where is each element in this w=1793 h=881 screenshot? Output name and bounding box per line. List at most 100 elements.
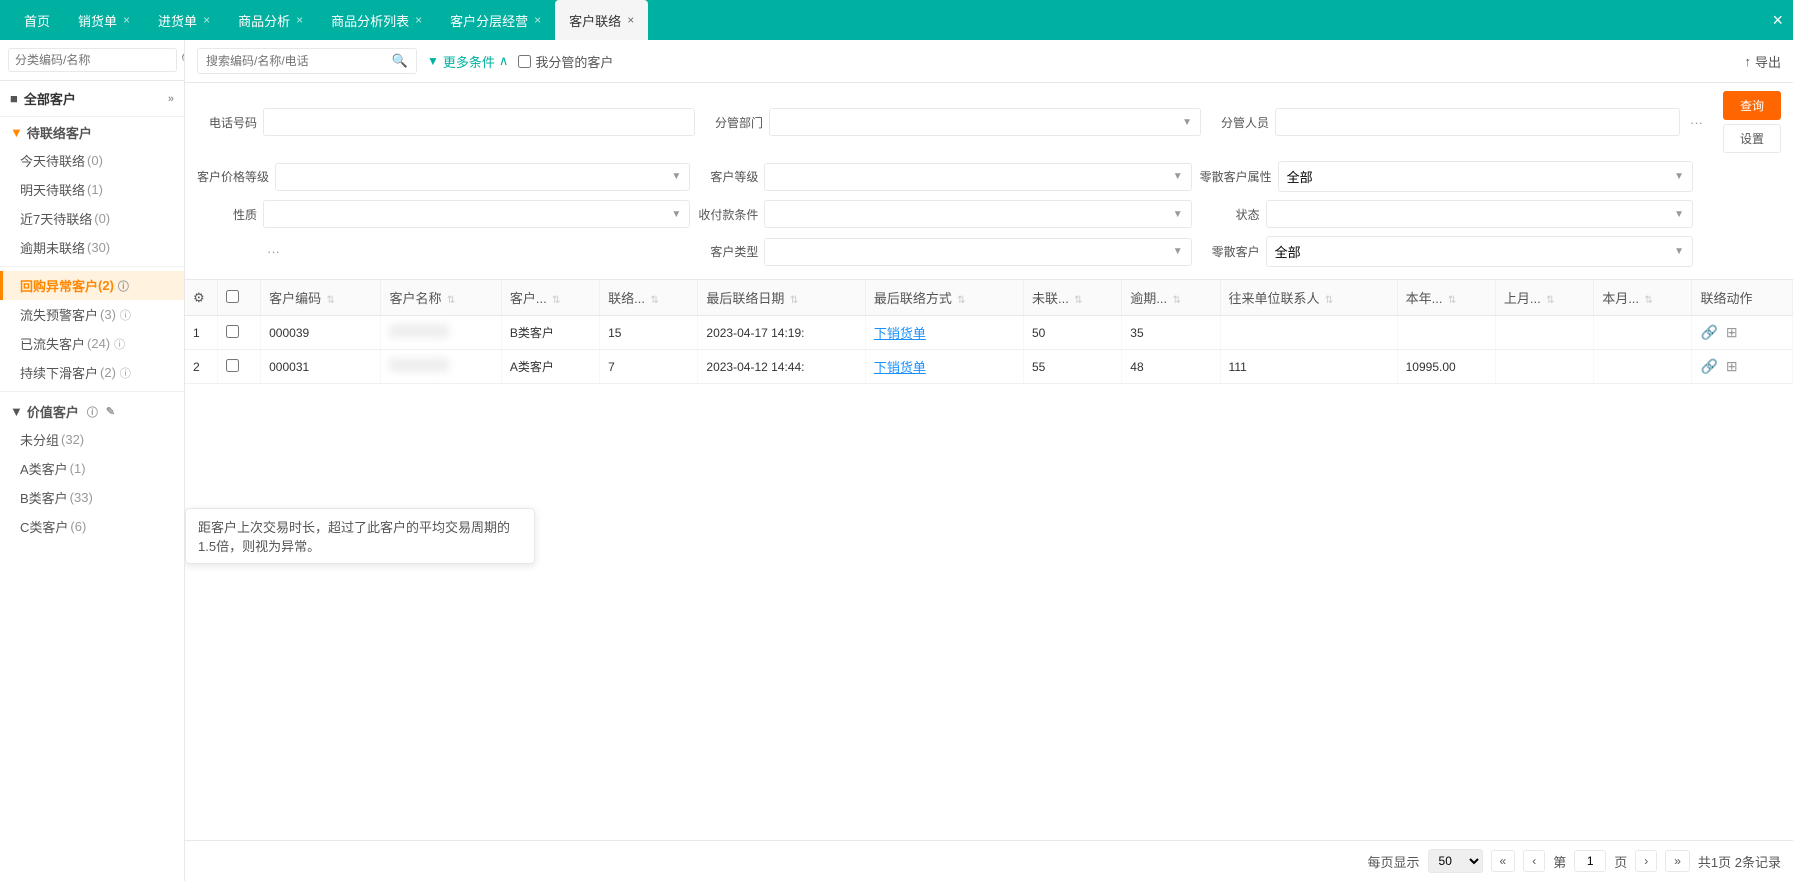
payment-label: 收付款条件	[698, 206, 758, 223]
table-checkbox-header[interactable]	[217, 280, 261, 316]
sidebar-group-value-customers[interactable]: ▼ 价值客户 ⓘ ✎	[0, 396, 184, 425]
sidebar-item-class-b[interactable]: B类客户(33)	[0, 483, 184, 512]
sidebar-item-ungrouped[interactable]: 未分组(32)	[0, 425, 184, 454]
nav-customer-contact[interactable]: 客户联络 ×	[555, 0, 648, 40]
sidebar-group-pending-contact[interactable]: ▼ 待联络客户	[0, 117, 184, 146]
last-month-amount	[1495, 350, 1593, 384]
sort-icon[interactable]: ⇅	[650, 295, 658, 306]
sidebar-item-class-c[interactable]: C类客户(6)	[0, 512, 184, 541]
sidebar-item-7days-pending[interactable]: 近7天待联络(0)	[0, 204, 184, 233]
sort-icon[interactable]: ⇅	[1325, 295, 1333, 306]
next-page-button[interactable]: ›	[1635, 850, 1657, 872]
nav-sales-order[interactable]: 销货单 ×	[64, 0, 144, 40]
department-select[interactable]: ▼	[769, 108, 1201, 136]
nav-product-analysis[interactable]: 商品分析 ×	[224, 0, 317, 40]
info-icon[interactable]: ⓘ	[120, 307, 131, 323]
department-label: 分管部门	[703, 114, 763, 131]
sort-icon[interactable]: ⇅	[1074, 295, 1082, 306]
price-level-select[interactable]: ▼	[275, 163, 690, 191]
search-icon[interactable]: 🔍	[392, 53, 408, 69]
nav-product-analysis-list[interactable]: 商品分析列表 ×	[317, 0, 436, 40]
settings-button[interactable]: 设置	[1723, 124, 1781, 153]
filter-row-2: 客户价格等级 ▼ 客户等级 ▼ 零散客户属性 全部	[197, 161, 1781, 192]
row-checkbox[interactable]	[226, 359, 239, 372]
grid-action-icon[interactable]: ⊞	[1726, 358, 1738, 375]
sidebar-item-overdue-contact[interactable]: 逾期未联络(30)	[0, 233, 184, 262]
customer-type-select[interactable]: ▼	[764, 238, 1191, 266]
per-page-select[interactable]: 50 100 200	[1428, 849, 1483, 873]
search-input-wrap: 🔍	[197, 48, 417, 74]
close-icon[interactable]: ×	[123, 13, 130, 27]
collapse-icon[interactable]: »	[168, 93, 174, 105]
my-customers-checkbox[interactable]: 我分管的客户	[518, 52, 613, 71]
close-icon[interactable]: ×	[415, 13, 422, 27]
row-checkbox-cell[interactable]	[217, 350, 261, 384]
last-contact-method: 下销货单	[865, 350, 1023, 384]
info-icon[interactable]: ⓘ	[118, 278, 129, 294]
query-button[interactable]: 查询	[1723, 91, 1781, 120]
more-conditions-button[interactable]: ▼ 更多条件 ∧	[427, 52, 508, 71]
all-customers-label[interactable]: ■ 全部客户 »	[0, 81, 184, 117]
payment-select[interactable]: ▼	[764, 200, 1191, 228]
sidebar-item-today-pending[interactable]: 今天待联络(0)	[0, 146, 184, 175]
retail-customer-select[interactable]: 全部 ▼	[1266, 236, 1693, 267]
grid-action-icon[interactable]: ⊞	[1726, 324, 1738, 341]
contact-person: 111	[1220, 350, 1397, 384]
row-checkbox-cell[interactable]	[217, 316, 261, 350]
edit-icon[interactable]: ✎	[106, 405, 115, 418]
table-settings-header[interactable]: ⚙	[185, 280, 217, 316]
sort-icon[interactable]: ⇅	[552, 295, 560, 306]
category-search-input[interactable]	[8, 48, 177, 72]
nav-home[interactable]: 首页	[10, 0, 64, 40]
my-customers-check[interactable]	[518, 55, 531, 68]
sidebar-item-churned[interactable]: 已流失客户(24) ⓘ	[0, 329, 184, 358]
info-icon[interactable]: ⓘ	[114, 336, 125, 352]
ellipsis-icon[interactable]: ···	[263, 244, 284, 259]
sort-icon[interactable]: ⇅	[1644, 295, 1652, 306]
sort-icon[interactable]: ⇅	[447, 295, 455, 306]
gear-icon[interactable]: ⚙	[193, 290, 205, 305]
sidebar-item-declining[interactable]: 持续下滑客户(2) ⓘ	[0, 358, 184, 387]
export-button[interactable]: ↑ 导出	[1744, 52, 1781, 71]
close-window-button[interactable]: ×	[1772, 10, 1783, 31]
last-page-button[interactable]: »	[1665, 850, 1690, 872]
row-checkbox[interactable]	[226, 325, 239, 338]
customer-level-select[interactable]: ▼	[764, 163, 1191, 191]
sort-icon[interactable]: ⇅	[790, 295, 798, 306]
contact-count: 15	[600, 316, 698, 350]
sidebar-item-abnormal-repurchase[interactable]: 回购异常客户 (2) ⓘ	[0, 271, 184, 300]
nature-select[interactable]: ▼	[263, 200, 690, 228]
phone-input[interactable]	[263, 108, 695, 136]
sort-icon[interactable]: ⇅	[1448, 295, 1456, 306]
sort-icon[interactable]: ⇅	[957, 295, 965, 306]
sort-icon[interactable]: ⇅	[1172, 295, 1180, 306]
prev-page-button[interactable]: ‹	[1523, 850, 1545, 872]
select-all-checkbox[interactable]	[226, 290, 239, 303]
close-icon[interactable]: ×	[534, 13, 541, 27]
nav-customer-segmentation[interactable]: 客户分层经营 ×	[436, 0, 555, 40]
info-icon[interactable]: ⓘ	[120, 365, 131, 381]
close-icon[interactable]: ×	[203, 13, 210, 27]
page-number-input[interactable]	[1574, 850, 1606, 872]
sidebar-item-class-a[interactable]: A类客户(1)	[0, 454, 184, 483]
sort-icon[interactable]: ⇅	[326, 295, 334, 306]
manager-select[interactable]	[1275, 108, 1680, 136]
close-icon[interactable]: ×	[627, 13, 634, 27]
link-action-icon[interactable]: 🔗	[1700, 324, 1717, 341]
th-name: 客户名称 ⇅	[381, 280, 501, 316]
close-icon[interactable]: ×	[296, 13, 303, 27]
status-select[interactable]: ▼	[1266, 200, 1693, 228]
link-action-icon[interactable]: 🔗	[1700, 358, 1717, 375]
sidebar-item-tomorrow-pending[interactable]: 明天待联络(1)	[0, 175, 184, 204]
nav-purchase-order[interactable]: 进货单 ×	[144, 0, 224, 40]
th-action: 联络动作	[1692, 280, 1793, 316]
search-input[interactable]	[206, 54, 392, 68]
sort-icon[interactable]: ⇅	[1546, 295, 1554, 306]
this-month-amount	[1594, 350, 1692, 384]
table-body: 1 000039 B类客户 15 2023-04-17 14:19: 下销货单 …	[185, 316, 1793, 384]
retail-attr-select[interactable]: 全部 ▼	[1278, 161, 1693, 192]
info-icon[interactable]: ⓘ	[87, 404, 98, 420]
ellipsis-icon[interactable]: ···	[1686, 115, 1707, 130]
first-page-button[interactable]: «	[1491, 850, 1516, 872]
sidebar-item-churn-warning[interactable]: 流失预警客户(3) ⓘ	[0, 300, 184, 329]
